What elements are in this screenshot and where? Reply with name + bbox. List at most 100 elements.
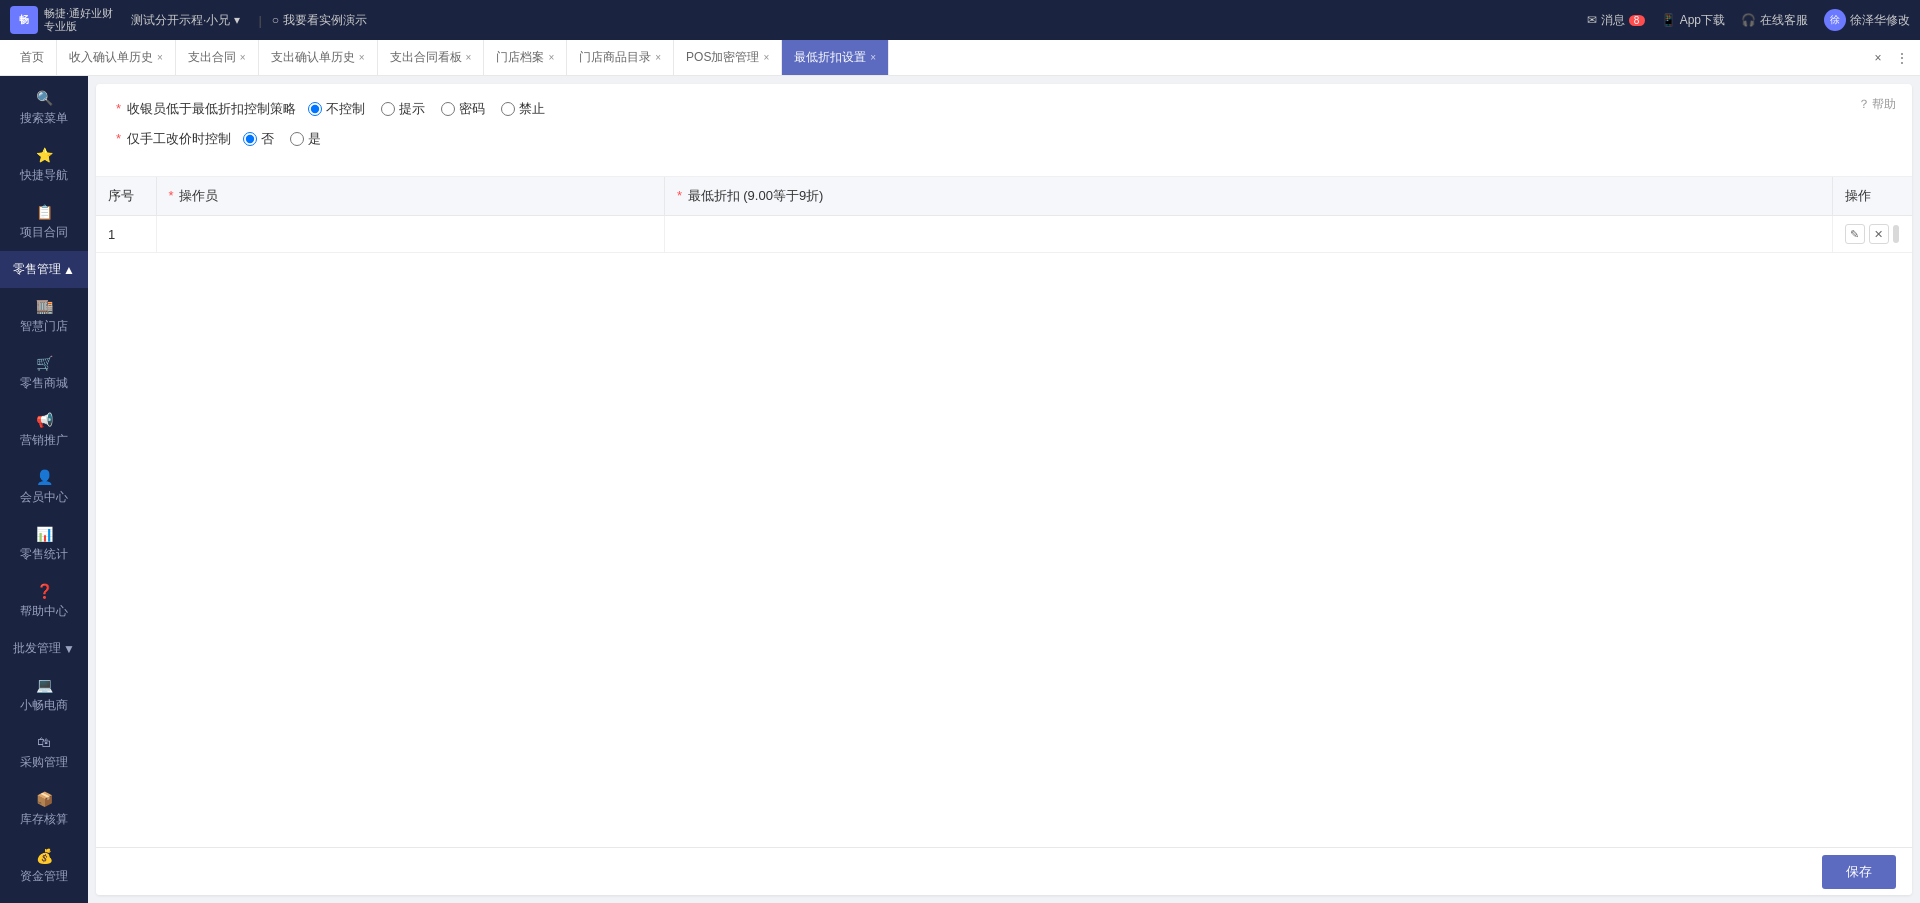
col-operator: * 操作员 — [156, 177, 664, 216]
close-icon[interactable]: × — [240, 52, 246, 63]
sidebar: 🔍 搜索菜单 ⭐ 快捷导航 📋 项目合同 零售管理 ▲ 🏬 智慧门店 🛒 零售商… — [0, 76, 88, 903]
col-action: 操作 — [1832, 177, 1912, 216]
sidebar-item-marketing[interactable]: 📢 营销推广 — [0, 402, 88, 459]
logo-text: 畅捷·通好业财 专业版 — [44, 7, 113, 33]
message-btn[interactable]: ✉ 消息 8 — [1587, 12, 1645, 29]
sidebar-item-retail-stats[interactable]: 📊 零售统计 — [0, 516, 88, 573]
sidebar-item-batch-mgmt[interactable]: 批发管理 ▼ — [0, 630, 88, 667]
separator: | — [258, 13, 261, 28]
more-tabs-btn[interactable]: ⋮ — [1892, 48, 1912, 68]
sidebar-item-retail-mall[interactable]: 🛒 零售商城 — [0, 345, 88, 402]
search-icon: 🔍 — [36, 90, 53, 106]
footer-bar: 保存 — [96, 847, 1912, 895]
avatar: 徐 — [1824, 9, 1846, 31]
sidebar-item-accounting[interactable]: 📒 总账管理 — [0, 895, 88, 903]
tab-income-history[interactable]: 收入确认单历史 × — [57, 40, 176, 76]
sidebar-item-member-center[interactable]: 👤 会员中心 — [0, 459, 88, 516]
save-button[interactable]: 保存 — [1822, 855, 1896, 889]
close-all-tabs-btn[interactable]: × — [1868, 48, 1888, 68]
edit-row-btn[interactable]: ✎ — [1845, 224, 1865, 244]
help-icon: ❓ — [36, 583, 53, 599]
col-min-discount: * 最低折扣 (9.00等于9折) — [664, 177, 1832, 216]
manual-no[interactable]: 否 — [243, 130, 274, 148]
row-handle[interactable] — [1893, 225, 1899, 243]
tab-store-product-catalog[interactable]: 门店商品目录 × — [567, 40, 674, 76]
close-icon[interactable]: × — [870, 52, 876, 63]
policy-password[interactable]: 密码 — [441, 100, 485, 118]
phone-icon: 📱 — [1661, 13, 1676, 27]
online-service-btn[interactable]: 🎧 在线客服 — [1741, 12, 1808, 29]
ecom-icon: 💻 — [36, 677, 53, 693]
tab-home[interactable]: 首页 — [8, 40, 57, 76]
policy-forbid[interactable]: 禁止 — [501, 100, 545, 118]
discount-table: 序号 * 操作员 * 最低折扣 (9.00等于9折) 操作 — [96, 177, 1912, 253]
logo-icon: 畅 — [10, 6, 38, 34]
close-icon[interactable]: × — [466, 52, 472, 63]
tab-payment-confirm-history[interactable]: 支出确认单历史 × — [259, 40, 378, 76]
demo-link[interactable]: ○ 我要看实例演示 — [272, 12, 367, 29]
sidebar-item-project-contract[interactable]: 📋 项目合同 — [0, 194, 88, 251]
top-right-area: ✉ 消息 8 📱 App下载 🎧 在线客服 徐 徐泽华修改 — [1587, 9, 1910, 31]
star-icon: ⭐ — [36, 147, 53, 163]
table-header-row: 序号 * 操作员 * 最低折扣 (9.00等于9折) 操作 — [96, 177, 1912, 216]
sidebar-item-search[interactable]: 🔍 搜索菜单 — [0, 80, 88, 137]
inventory-icon: 📦 — [36, 791, 53, 807]
sidebar-item-smart-store[interactable]: 🏬 智慧门店 — [0, 288, 88, 345]
manual-radio-group: 否 是 — [243, 130, 321, 148]
tab-payment-contract-board[interactable]: 支出合同看板 × — [378, 40, 485, 76]
store-icon: 🏬 — [36, 298, 53, 314]
logo-area: 畅 畅捷·通好业财 专业版 — [10, 6, 113, 34]
sidebar-item-help-center[interactable]: ❓ 帮助中心 — [0, 573, 88, 630]
chevron-down-icon: ▼ — [63, 642, 75, 656]
cell-action: ✎ ✕ — [1832, 216, 1912, 253]
tab-actions: × ⋮ — [1868, 48, 1912, 68]
tabbar: 首页 收入确认单历史 × 支出合同 × 支出确认单历史 × 支出合同看板 × 门… — [0, 40, 1920, 76]
content-panel: * 收银员低于最低折扣控制策略 不控制 提示 — [96, 84, 1912, 895]
chevron-up-icon: ▲ — [63, 263, 75, 277]
contract-icon: 📋 — [36, 204, 53, 220]
user-menu[interactable]: 徐 徐泽华修改 — [1824, 9, 1910, 31]
tab-store-archive[interactable]: 门店档案 × — [484, 40, 567, 76]
table-section: 序号 * 操作员 * 最低折扣 (9.00等于9折) 操作 — [96, 177, 1912, 847]
close-icon[interactable]: × — [548, 52, 554, 63]
delete-row-btn[interactable]: ✕ — [1869, 224, 1889, 244]
question-icon: ？ — [1858, 96, 1870, 113]
tab-payment-contract[interactable]: 支出合同 × — [176, 40, 259, 76]
policy-tip[interactable]: 提示 — [381, 100, 425, 118]
col-seq: 序号 — [96, 177, 156, 216]
sidebar-item-inventory[interactable]: 📦 库存核算 — [0, 781, 88, 838]
close-icon[interactable]: × — [763, 52, 769, 63]
policy-label: * 收银员低于最低折扣控制策略 — [116, 100, 296, 118]
cell-min-discount — [664, 216, 1832, 253]
project-selector[interactable]: 测试分开示程·小兄 ▾ — [123, 8, 248, 33]
close-icon[interactable]: × — [359, 52, 365, 63]
cell-operator — [156, 216, 664, 253]
sidebar-item-retail-mgmt[interactable]: 零售管理 ▲ — [0, 251, 88, 288]
action-btns: ✎ ✕ — [1845, 224, 1901, 244]
policy-form-row: * 收银员低于最低折扣控制策略 不控制 提示 — [116, 100, 1892, 118]
app-download-btn[interactable]: 📱 App下载 — [1661, 12, 1725, 29]
close-icon[interactable]: × — [157, 52, 163, 63]
tab-pos-password-mgmt[interactable]: POS加密管理 × — [674, 40, 782, 76]
form-section: * 收银员低于最低折扣控制策略 不控制 提示 — [96, 84, 1912, 177]
close-icon[interactable]: × — [655, 52, 661, 63]
headset-icon: 🎧 — [1741, 13, 1756, 27]
message-badge: 8 — [1629, 15, 1645, 26]
message-icon: ✉ — [1587, 13, 1597, 27]
chevron-down-icon: ▾ — [234, 13, 240, 27]
table-row: 1 ✎ ✕ — [96, 216, 1912, 253]
cell-seq: 1 — [96, 216, 156, 253]
tab-min-discount-setting[interactable]: 最低折扣设置 × — [782, 40, 889, 76]
sidebar-item-xiaochang-ecom[interactable]: 💻 小畅电商 — [0, 667, 88, 724]
sidebar-item-quick-nav[interactable]: ⭐ 快捷导航 — [0, 137, 88, 194]
help-button[interactable]: ？ 帮助 — [1858, 96, 1896, 113]
manual-form-row: * 仅手工改价时控制 否 是 — [116, 130, 1892, 148]
demo-icon: ○ — [272, 13, 279, 27]
sidebar-item-capital-mgmt[interactable]: 💰 资金管理 — [0, 838, 88, 895]
sidebar-item-purchase-mgmt[interactable]: 🛍 采购管理 — [0, 724, 88, 781]
policy-no-control[interactable]: 不控制 — [308, 100, 365, 118]
capital-icon: 💰 — [36, 848, 53, 864]
topbar: 畅 畅捷·通好业财 专业版 测试分开示程·小兄 ▾ | ○ 我要看实例演示 ✉ … — [0, 0, 1920, 40]
manual-yes[interactable]: 是 — [290, 130, 321, 148]
stats-icon: 📊 — [36, 526, 53, 542]
